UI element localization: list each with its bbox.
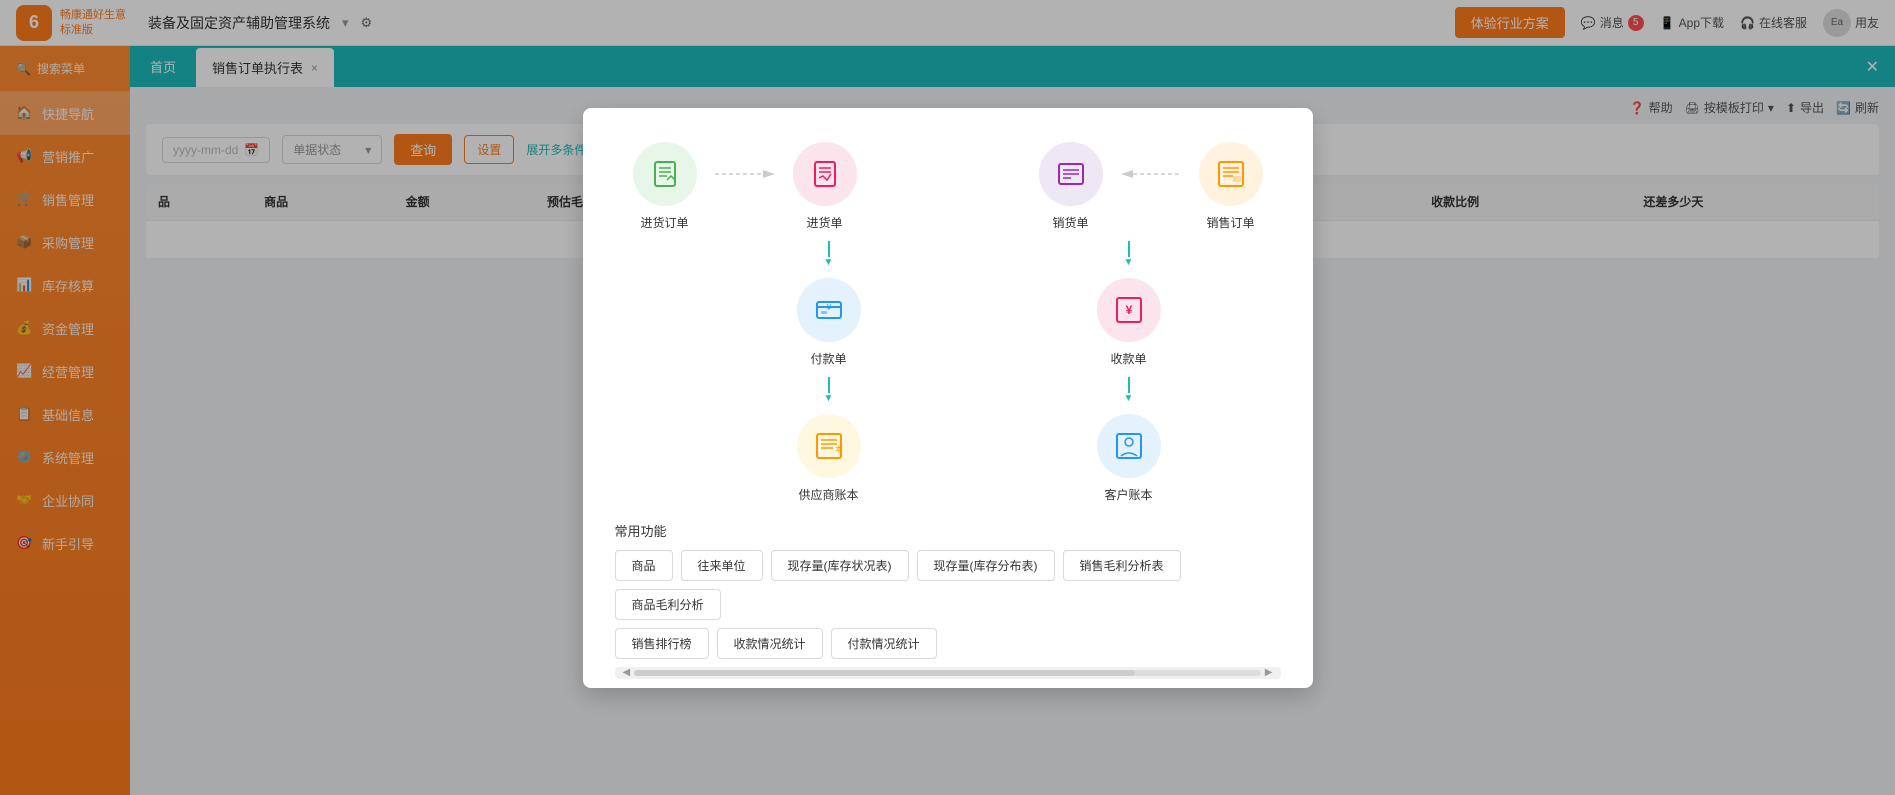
common-functions-title: 常用功能: [615, 521, 1281, 540]
sale-order-label: 销售订单: [1206, 214, 1254, 231]
purchase-order-icon: [633, 142, 697, 206]
receipt-icon: ¥: [1097, 278, 1161, 342]
func-product[interactable]: 商品: [615, 550, 673, 581]
arrow-pb-to-pay: ▼: [824, 241, 834, 268]
flow-node-receipt[interactable]: ¥ 收款单: [1079, 268, 1179, 377]
func-sales-rank[interactable]: 销售排行榜: [615, 628, 709, 659]
flow-modal: 进货订单: [583, 108, 1313, 688]
scroll-left-arrow[interactable]: ◀: [619, 667, 635, 678]
purchase-order-label: 进货订单: [640, 214, 688, 231]
func-receipt-stat[interactable]: 收款情况统计: [717, 628, 823, 659]
scroll-right-arrow[interactable]: ▶: [1261, 667, 1277, 678]
arrow-so-to-sb: [1121, 166, 1181, 206]
func-stock-status[interactable]: 现存量(库存状况表): [771, 550, 909, 581]
payment-label: 付款单: [810, 350, 846, 367]
flow-node-payment[interactable]: ¥ 付款单: [779, 268, 879, 377]
flow-node-customer-account[interactable]: 客户账本: [1079, 404, 1179, 513]
func-payment-stat[interactable]: 付款情况统计: [831, 628, 937, 659]
horizontal-scrollbar[interactable]: ◀ ▶: [615, 667, 1281, 679]
svg-text:本: 本: [835, 444, 843, 454]
customer-account-icon: [1097, 414, 1161, 478]
sale-order-icon: [1199, 142, 1263, 206]
func-product-margin[interactable]: 商品毛利分析: [615, 589, 721, 620]
flow-node-purchase-bill[interactable]: 进货单: [775, 132, 875, 241]
sale-bill-icon: [1039, 142, 1103, 206]
flow-node-supplier-account[interactable]: 本 供应商账本: [779, 404, 879, 513]
scroll-track[interactable]: [634, 670, 1261, 676]
svg-text:¥: ¥: [1125, 303, 1132, 317]
flow-node-purchase-order[interactable]: 进货订单: [615, 132, 715, 241]
func-stock-dist[interactable]: 现存量(库存分布表): [917, 550, 1055, 581]
arrow-pay-to-supplier: ▼: [824, 377, 834, 404]
modal-overlay[interactable]: 进货订单: [0, 0, 1895, 795]
purchase-bill-label: 进货单: [806, 214, 842, 231]
customer-account-label: 客户账本: [1104, 486, 1152, 503]
svg-text:¥: ¥: [825, 303, 831, 312]
arrow-po-to-pb: [715, 166, 775, 206]
flow-node-sale-order[interactable]: 销售订单: [1181, 132, 1281, 241]
arrow-rec-to-customer: ▼: [1124, 377, 1134, 404]
receipt-label: 收款单: [1110, 350, 1146, 367]
arrow-sb-to-rec: ▼: [1124, 241, 1134, 268]
purchase-bill-icon: [793, 142, 857, 206]
scroll-thumb[interactable]: [634, 670, 1135, 676]
payment-icon: ¥: [797, 278, 861, 342]
supplier-account-label: 供应商账本: [798, 486, 858, 503]
sale-bill-label: 销货单: [1052, 214, 1088, 231]
func-row-2: 销售排行榜 收款情况统计 付款情况统计: [615, 628, 1281, 659]
func-partners[interactable]: 往来单位: [681, 550, 763, 581]
common-functions-section: 常用功能 商品 往来单位 现存量(库存状况表) 现存量(库存分布表) 销售毛利分…: [615, 521, 1281, 659]
func-row-1: 商品 往来单位 现存量(库存状况表) 现存量(库存分布表) 销售毛利分析表 商品…: [615, 550, 1281, 620]
func-sales-margin[interactable]: 销售毛利分析表: [1063, 550, 1181, 581]
flow-node-sale-bill[interactable]: 销货单: [1021, 132, 1121, 241]
supplier-account-icon: 本: [797, 414, 861, 478]
